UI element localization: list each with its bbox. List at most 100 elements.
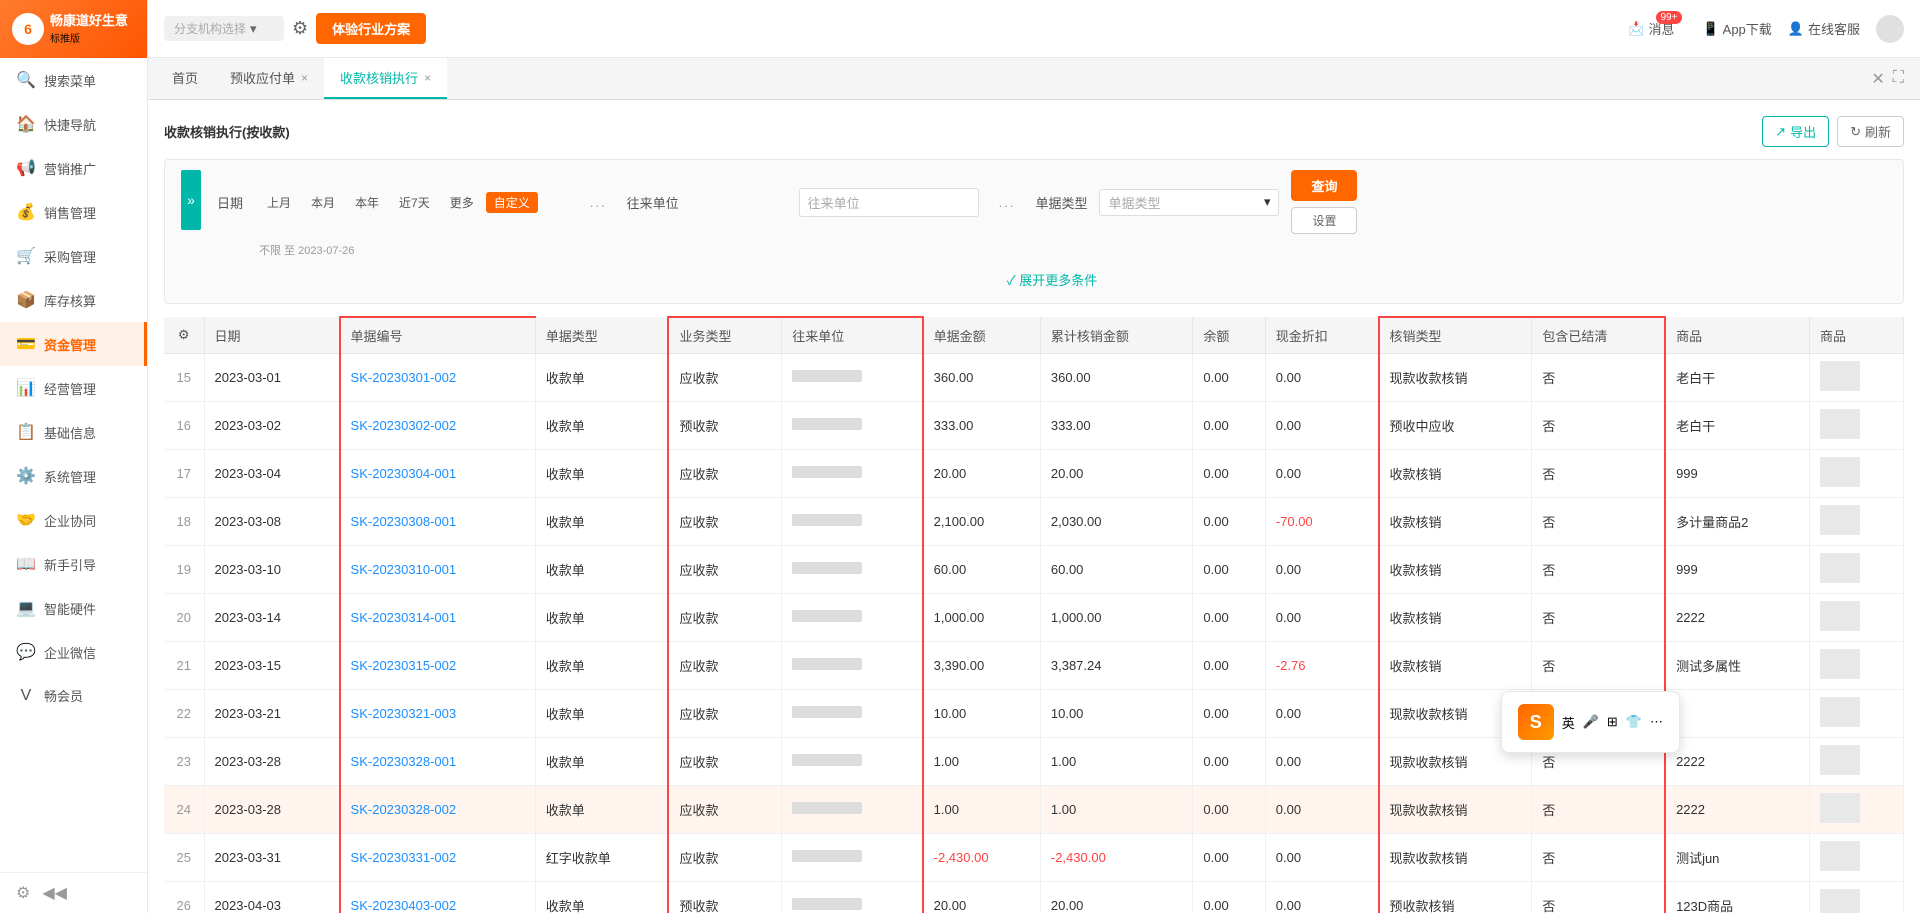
close-window-icon[interactable]: ✕ — [1871, 69, 1884, 89]
tab-receivable[interactable]: 预收应付单 × — [214, 58, 324, 99]
doc-no-link[interactable]: SK-20230302-002 — [351, 418, 457, 433]
sidebar-item-guide[interactable]: 📖 新手引导 — [0, 542, 147, 586]
col-header-goods: 商品 — [1665, 317, 1809, 354]
sidebar-item-cooperation-label: 企业协同 — [44, 511, 96, 530]
sidebar-item-basic-label: 基础信息 — [44, 423, 96, 442]
cell-cancel-amount: 1.00 — [1040, 738, 1193, 786]
table-row[interactable]: 24 2023-03-28 SK-20230328-002 收款单 应收款 1.… — [164, 786, 1904, 834]
type-chevron-icon: ▾ — [1264, 194, 1271, 210]
popup-mic-icon[interactable]: 🎤 — [1583, 714, 1599, 730]
date-last-month[interactable]: 上月 — [259, 192, 299, 213]
query-button[interactable]: 查询 — [1291, 170, 1357, 201]
unit-input[interactable]: 往来单位 — [799, 188, 979, 217]
sidebar-item-search[interactable]: 🔍 搜索菜单 — [0, 58, 147, 102]
filter-toggle-button[interactable]: » — [181, 170, 201, 230]
export-icon: ↗ — [1775, 124, 1786, 140]
app-icon: 📱 — [1702, 21, 1718, 37]
sidebar-item-marketing[interactable]: 📢 营销推广 — [0, 146, 147, 190]
table-row[interactable]: 15 2023-03-01 SK-20230301-002 收款单 应收款 36… — [164, 354, 1904, 402]
doc-no-link[interactable]: SK-20230304-001 — [351, 466, 457, 481]
cell-cancel-type: 现款收款核销 — [1379, 786, 1532, 834]
cell-doc-no: SK-20230308-001 — [340, 498, 536, 546]
table-row[interactable]: 17 2023-03-04 SK-20230304-001 收款单 应收款 20… — [164, 450, 1904, 498]
expand-more-row[interactable]: ✓ 展开更多条件 — [217, 266, 1887, 293]
sidebar-item-basic[interactable]: 📋 基础信息 — [0, 410, 147, 454]
settings-footer-icon[interactable]: ⚙ — [16, 883, 30, 903]
date-7days[interactable]: 近7天 — [391, 192, 438, 213]
sidebar-item-finance[interactable]: 💳 资金管理 — [0, 322, 147, 366]
sidebar-item-hardware[interactable]: 💻 智能硬件 — [0, 586, 147, 630]
cell-cancel-type: 收款核销 — [1379, 546, 1532, 594]
date-more[interactable]: 更多 — [442, 192, 482, 213]
custom-date-button[interactable]: 自定义 — [486, 192, 538, 213]
online-service-button[interactable]: 👤 在线客服 — [1788, 19, 1860, 38]
filter-dots[interactable]: ... — [582, 195, 615, 210]
doc-no-link[interactable]: SK-20230321-003 — [351, 706, 457, 721]
doc-no-link[interactable]: SK-20230310-001 — [351, 562, 457, 577]
doc-no-link[interactable]: SK-20230331-002 — [351, 850, 457, 865]
table-row[interactable]: 21 2023-03-15 SK-20230315-002 收款单 应收款 3,… — [164, 642, 1904, 690]
filter-dots-2[interactable]: ... — [991, 195, 1024, 210]
export-button[interactable]: ↗ 导出 — [1762, 116, 1829, 147]
sidebar-logo: 6 畅康道好生意 标推版 — [0, 0, 147, 58]
maximize-window-icon[interactable]: ⛶ — [1893, 69, 1904, 89]
tab-receivable-label: 预收应付单 — [230, 68, 295, 87]
sidebar-item-guide-label: 新手引导 — [44, 555, 96, 574]
branch-select[interactable]: 分支机构选择 ▾ — [164, 16, 284, 41]
cell-biz-type: 应收款 — [668, 690, 781, 738]
cell-balance: 0.00 — [1193, 786, 1265, 834]
sidebar-item-system-label: 系统管理 — [44, 467, 96, 486]
doc-no-link[interactable]: SK-20230301-002 — [351, 370, 457, 385]
table-row[interactable]: 16 2023-03-02 SK-20230302-002 收款单 预收款 33… — [164, 402, 1904, 450]
popup-grid-icon[interactable]: ⊞ — [1607, 714, 1618, 730]
table-row[interactable]: 18 2023-03-08 SK-20230308-001 收款单 应收款 2,… — [164, 498, 1904, 546]
sidebar-item-purchase[interactable]: 🛒 采购管理 — [0, 234, 147, 278]
message-button[interactable]: 📩 消息 99+ — [1628, 19, 1674, 38]
doc-no-link[interactable]: SK-20230314-001 — [351, 610, 457, 625]
refresh-button[interactable]: ↻ 刷新 — [1837, 116, 1904, 147]
sidebar-item-operation[interactable]: 📊 经营管理 — [0, 366, 147, 410]
cell-amount: 1,000.00 — [923, 594, 1041, 642]
user-avatar[interactable] — [1876, 15, 1904, 43]
cell-unit — [782, 498, 923, 546]
doc-no-link[interactable]: SK-20230315-002 — [351, 658, 457, 673]
cell-balance: 0.00 — [1193, 690, 1265, 738]
tab-home[interactable]: 首页 — [156, 58, 214, 99]
sidebar-item-cooperation[interactable]: 🤝 企业协同 — [0, 498, 147, 542]
sidebar-item-marketing-label: 营销推广 — [44, 159, 96, 178]
popup-more-icon[interactable]: ⋯ — [1650, 714, 1663, 730]
doc-type-select[interactable]: 单据类型 ▾ — [1099, 189, 1279, 216]
collapse-icon[interactable]: ◀◀ — [42, 883, 67, 903]
floating-popup: S 英 🎤 ⊞ 👕 ⋯ — [1501, 691, 1680, 753]
sidebar-item-quick-nav[interactable]: 🏠 快捷导航 — [0, 102, 147, 146]
table-row[interactable]: 25 2023-03-31 SK-20230331-002 红字收款单 应收款 … — [164, 834, 1904, 882]
date-label: 日期 — [217, 193, 247, 212]
tab-receivable-close[interactable]: × — [301, 71, 308, 85]
date-this-year[interactable]: 本年 — [347, 192, 387, 213]
sidebar-item-sales[interactable]: 💰 销售管理 — [0, 190, 147, 234]
date-this-month[interactable]: 本月 — [303, 192, 343, 213]
table-row[interactable]: 20 2023-03-14 SK-20230314-001 收款单 应收款 1,… — [164, 594, 1904, 642]
topbar-right: 📩 消息 99+ 📱 App下载 👤 在线客服 — [1628, 15, 1904, 43]
tab-collection[interactable]: 收款核销执行 × — [324, 58, 447, 99]
sidebar-item-system[interactable]: ⚙️ 系统管理 — [0, 454, 147, 498]
app-download-button[interactable]: 📱 App下载 — [1702, 19, 1771, 38]
doc-no-link[interactable]: SK-20230328-002 — [351, 802, 457, 817]
table-row[interactable]: 19 2023-03-10 SK-20230310-001 收款单 应收款 60… — [164, 546, 1904, 594]
solution-button[interactable]: 体验行业方案 — [316, 13, 426, 44]
sidebar-item-member[interactable]: V 畅会员 — [0, 674, 147, 717]
sidebar-item-inventory[interactable]: 📦 库存核算 — [0, 278, 147, 322]
filter-settings-button[interactable]: 设置 — [1291, 207, 1357, 234]
col-header-gear[interactable]: ⚙ — [164, 317, 204, 354]
col-header-doc-type: 单据类型 — [535, 317, 668, 354]
popup-shirt-icon[interactable]: 👕 — [1626, 714, 1642, 730]
cell-amount: 1.00 — [923, 738, 1041, 786]
gear-icon[interactable]: ⚙ — [292, 18, 308, 39]
table-row[interactable]: 26 2023-04-03 SK-20230403-002 收款单 预收款 20… — [164, 882, 1904, 913]
doc-no-link[interactable]: SK-20230308-001 — [351, 514, 457, 529]
tab-collection-close[interactable]: × — [424, 71, 431, 85]
doc-no-link[interactable]: SK-20230328-001 — [351, 754, 457, 769]
sidebar-item-wechat[interactable]: 💬 企业微信 — [0, 630, 147, 674]
doc-no-link[interactable]: SK-20230403-002 — [351, 898, 457, 913]
cell-goods2 — [1809, 354, 1903, 402]
